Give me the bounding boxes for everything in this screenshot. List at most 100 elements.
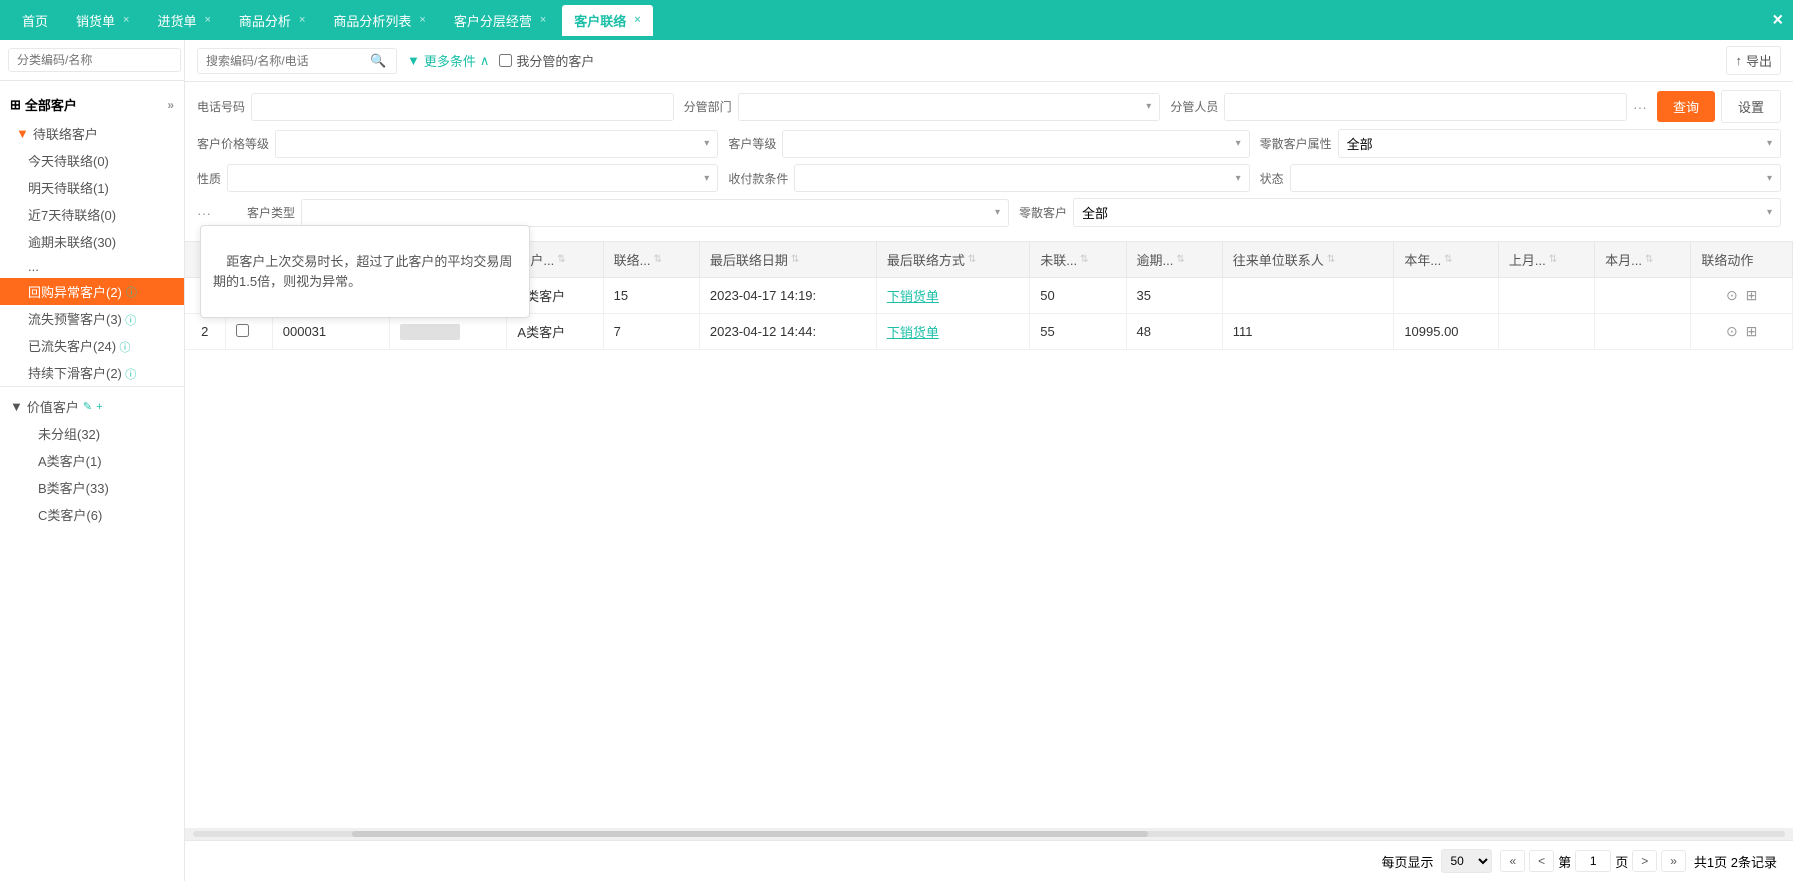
horizontal-scrollbar[interactable]	[185, 828, 1793, 840]
sidebar-declining[interactable]: 持续下滑客户(2) ⓘ	[0, 359, 184, 386]
row2-checkbox[interactable]	[225, 314, 272, 350]
value-add-icon[interactable]: +	[96, 401, 102, 413]
main-search-icon[interactable]: 🔍	[370, 53, 386, 69]
sidebar-7day-waiting[interactable]: 近7天待联络(0)	[0, 201, 184, 228]
value-edit-icon[interactable]: ✎	[83, 400, 92, 413]
per-page-select[interactable]: 50 100 200	[1441, 849, 1492, 873]
nav-purchase-close[interactable]: ×	[204, 14, 210, 26]
nature-select[interactable]: ▾	[227, 164, 718, 192]
my-customers-checkbox[interactable]	[499, 54, 512, 67]
sidebar-c-class[interactable]: C类客户(6)	[10, 501, 174, 528]
customer-type-select[interactable]: ▾	[301, 199, 1009, 227]
scrollbar-thumb[interactable]	[352, 831, 1148, 837]
row2-last-way[interactable]: 下销货单	[876, 314, 1029, 350]
nav-customer-seg-close[interactable]: ×	[540, 14, 546, 26]
more-filters-btn[interactable]: ▼ 更多条件 ∧	[407, 51, 489, 70]
month-sort-icon: ⇅	[1645, 254, 1653, 265]
sidebar: 🔍 ⊞ 全部客户 » ▼ 待联络客户 今天待联络(0) 明天待联络(1) 近7天…	[0, 40, 185, 881]
retail-attr-select[interactable]: 全部 ▾	[1338, 129, 1781, 158]
nav-customer-contact-close[interactable]: ×	[634, 14, 640, 26]
page-input[interactable]	[1575, 850, 1611, 872]
sidebar-search-input[interactable]	[8, 48, 181, 72]
sidebar-waiting-section[interactable]: ▼ 待联络客户	[0, 120, 184, 147]
nav-product-analysis-list[interactable]: 商品分析列表 ×	[321, 5, 437, 36]
filter-icon: ▼	[407, 53, 420, 68]
top-nav: 首页 销货单 × 进货单 × 商品分析 × 商品分析列表 × 客户分层经营 × …	[0, 0, 1793, 40]
pagination-bar: 每页显示 50 100 200 « < 第 页 > » 共1页 2条记录	[185, 840, 1793, 881]
setting-button[interactable]: 设置	[1721, 90, 1781, 123]
nature-arrow: ▾	[704, 173, 709, 184]
year-sort-icon: ⇅	[1444, 254, 1452, 265]
sidebar-repurchase-anomaly[interactable]: 回购异常客户(2) ⓘ	[0, 278, 184, 305]
manager-input[interactable]	[1224, 93, 1627, 121]
declining-info-icon[interactable]: ⓘ	[125, 369, 136, 381]
sidebar-more-dots[interactable]: ...	[28, 259, 39, 274]
row4-dots[interactable]: ···	[197, 205, 211, 221]
nav-product-analysis[interactable]: 商品分析 ×	[227, 5, 317, 36]
row1-grid-icon[interactable]: ⊞	[1746, 287, 1758, 304]
filter-phone: 电话号码	[197, 93, 674, 121]
collapse-icon[interactable]: »	[167, 98, 174, 112]
total-info: 共1页 2条记录	[1694, 852, 1777, 871]
retail-customer-select[interactable]: 全部 ▾	[1073, 198, 1781, 227]
row1-action: ⊙ ⊞	[1691, 278, 1793, 314]
first-page-btn[interactable]: «	[1500, 850, 1525, 872]
nav-product-analysis-close[interactable]: ×	[299, 14, 305, 26]
query-button[interactable]: 查询	[1657, 91, 1715, 122]
main-search-input[interactable]	[206, 54, 366, 68]
filter-nature: 性质 ▾	[197, 164, 718, 192]
nav-product-analysis-list-close[interactable]: ×	[419, 14, 425, 26]
close-all-tabs[interactable]: ×	[1772, 10, 1783, 31]
last-page-btn[interactable]: »	[1661, 850, 1686, 872]
repurchase-info-icon[interactable]: ⓘ	[126, 284, 137, 300]
next-page-btn[interactable]: >	[1632, 850, 1657, 872]
filter-customer-level: 客户等级 ▾	[728, 130, 1249, 158]
th-this-year[interactable]: 本年...⇅	[1394, 242, 1499, 278]
th-this-month[interactable]: 本月...⇅	[1595, 242, 1691, 278]
row2-link-icon[interactable]: ⊙	[1726, 323, 1738, 340]
payment-label: 收付款条件	[728, 170, 788, 187]
nav-customer-segmentation[interactable]: 客户分层经营 ×	[442, 5, 558, 36]
churn-warning-info-icon[interactable]: ⓘ	[125, 315, 136, 327]
customer-level-select[interactable]: ▾	[782, 130, 1249, 158]
th-contact[interactable]: 联络...⇅	[603, 242, 699, 278]
sidebar-churned[interactable]: 已流失客户(24) ⓘ	[0, 332, 184, 359]
churned-info-icon[interactable]: ⓘ	[119, 342, 130, 354]
sidebar-ungroup[interactable]: 未分组(32)	[10, 420, 174, 447]
payment-select[interactable]: ▾	[794, 164, 1249, 192]
sidebar-a-class[interactable]: A类客户(1)	[10, 447, 174, 474]
th-last-month[interactable]: 上月...⇅	[1498, 242, 1594, 278]
status-select[interactable]: ▾	[1290, 164, 1781, 192]
th-unit-contact[interactable]: 往来单位联系人⇅	[1222, 242, 1394, 278]
th-not-contact[interactable]: 未联...⇅	[1030, 242, 1126, 278]
sidebar-today-waiting[interactable]: 今天待联络(0)	[0, 147, 184, 174]
filter-row-2: 客户价格等级 ▾ 客户等级 ▾ 零散客户属性 全部	[197, 129, 1781, 158]
nav-sales[interactable]: 销货单 ×	[64, 5, 141, 36]
phone-input[interactable]	[251, 93, 674, 121]
overdue-sort-icon: ⇅	[1176, 254, 1184, 265]
export-button[interactable]: ↑ 导出	[1726, 46, 1781, 75]
sidebar-b-class[interactable]: B类客户(33)	[10, 474, 174, 501]
sidebar-value-customer-header[interactable]: ▼ 价值客户 ✎ +	[10, 393, 174, 420]
prev-page-btn[interactable]: <	[1529, 850, 1554, 872]
nav-customer-contact[interactable]: 客户联络 ×	[562, 5, 652, 36]
price-level-select[interactable]: ▾	[275, 130, 718, 158]
row2-grid-icon[interactable]: ⊞	[1746, 323, 1758, 340]
customer-level-label: 客户等级	[728, 135, 776, 152]
nav-purchase[interactable]: 进货单 ×	[145, 5, 222, 36]
sidebar-churn-warning[interactable]: 流失预警客户(3) ⓘ	[0, 305, 184, 332]
sidebar-overdue-waiting[interactable]: 逾期未联络(30)	[0, 228, 184, 255]
th-last-contact-way[interactable]: 最后联络方式⇅	[876, 242, 1029, 278]
row1-last-way[interactable]: 下销货单	[876, 278, 1029, 314]
th-overdue[interactable]: 逾期...⇅	[1126, 242, 1222, 278]
th-last-contact-date[interactable]: 最后联络日期⇅	[699, 242, 876, 278]
sidebar-all-customers[interactable]: ⊞ 全部客户 »	[0, 89, 184, 120]
row1-link-icon[interactable]: ⊙	[1726, 287, 1738, 304]
nav-sales-close[interactable]: ×	[123, 14, 129, 26]
dept-select[interactable]: ▾	[738, 93, 1161, 121]
page-label: 第	[1558, 852, 1571, 871]
row2-select[interactable]	[236, 324, 249, 337]
sidebar-tomorrow-waiting[interactable]: 明天待联络(1)	[0, 174, 184, 201]
nav-home[interactable]: 首页	[10, 5, 60, 36]
manager-dots[interactable]: ···	[1633, 99, 1647, 115]
